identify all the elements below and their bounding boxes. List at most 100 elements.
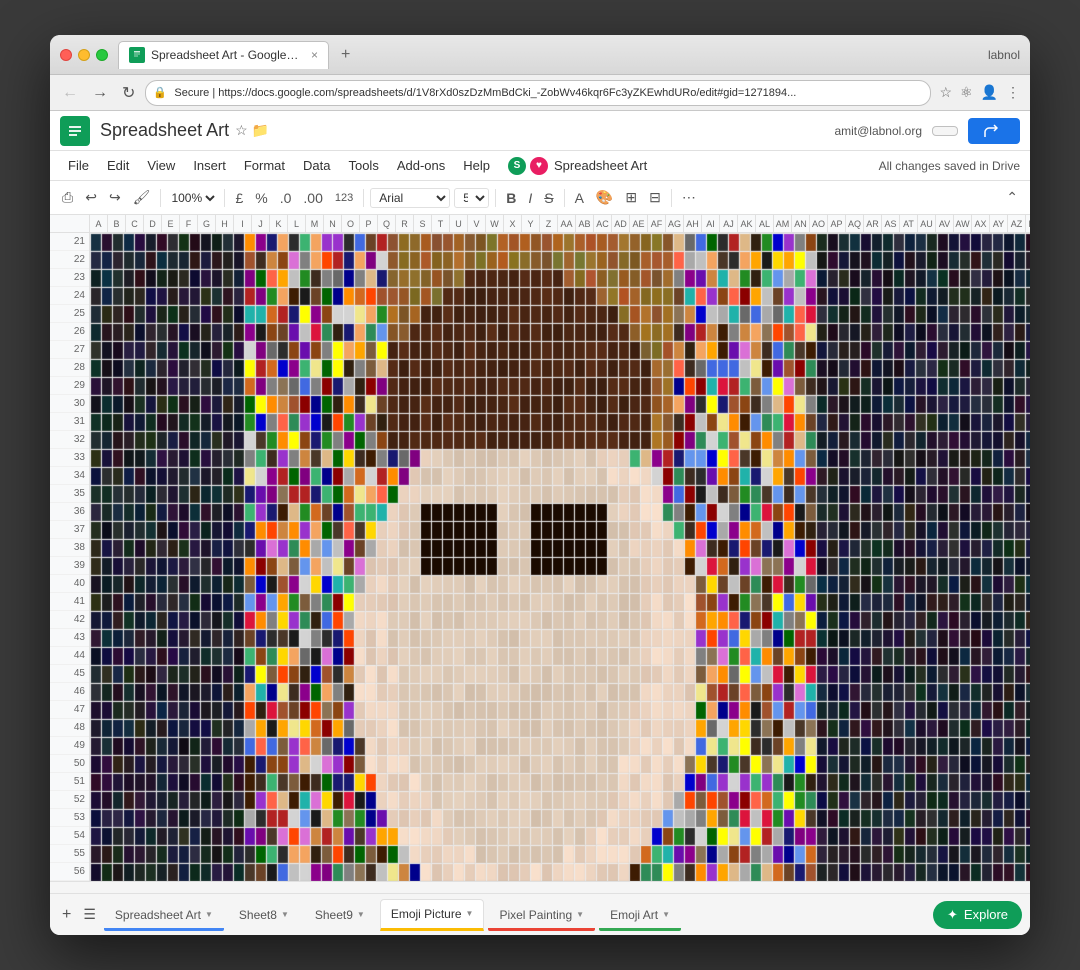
undo-icon[interactable]: ↩ — [81, 187, 101, 208]
col-header-AJ[interactable]: AJ — [720, 215, 738, 232]
col-header-AY[interactable]: AY — [990, 215, 1008, 232]
col-header-AL[interactable]: AL — [756, 215, 774, 232]
col-header-S[interactable]: S — [414, 215, 432, 232]
print-icon[interactable]: ⎙ — [58, 187, 77, 208]
col-header-AP[interactable]: AP — [828, 215, 846, 232]
sheet-tab-dropdown-icon[interactable]: ▼ — [576, 910, 584, 919]
browser-tab-active[interactable]: Spreadsheet Art - Google She... × — [118, 41, 329, 69]
sheet-tab-sheet8[interactable]: Sheet8 ▼ — [228, 899, 300, 931]
col-header-U[interactable]: U — [450, 215, 468, 232]
col-header-T[interactable]: T — [432, 215, 450, 232]
col-header-I[interactable]: I — [234, 215, 252, 232]
col-header-C[interactable]: C — [126, 215, 144, 232]
sheet-tab-sheet9[interactable]: Sheet9 ▼ — [304, 899, 376, 931]
minimize-button[interactable] — [78, 49, 90, 61]
fill-color-btn[interactable]: 🎨 — [592, 187, 617, 208]
bold-btn[interactable]: B — [502, 188, 520, 208]
paint-format-icon[interactable]: 🖌 — [129, 187, 155, 208]
col-header-L[interactable]: L — [288, 215, 306, 232]
horizontal-scrollbar[interactable] — [50, 881, 1030, 893]
new-tab-button[interactable]: + — [333, 42, 358, 68]
col-header-Q[interactable]: Q — [378, 215, 396, 232]
zoom-selector[interactable]: 100% 75% 50% — [167, 190, 218, 206]
reload-button[interactable]: ↻ — [118, 81, 139, 105]
collapse-btn[interactable]: ⌃ — [1002, 187, 1022, 208]
sheet-tab-emoji-picture[interactable]: Emoji Picture ▼ — [380, 899, 485, 931]
col-header-K[interactable]: K — [270, 215, 288, 232]
borders-btn[interactable]: ⊞ — [621, 187, 641, 208]
star-icon[interactable]: ☆ — [235, 122, 248, 139]
col-header-AT[interactable]: AT — [900, 215, 918, 232]
close-button[interactable] — [60, 49, 72, 61]
more-btn[interactable]: ⋯ — [678, 187, 700, 208]
menu-data[interactable]: Data — [295, 155, 338, 176]
col-header-AE[interactable]: AE — [630, 215, 648, 232]
col-header-J[interactable]: J — [252, 215, 270, 232]
menu-addons[interactable]: Add-ons — [389, 155, 453, 176]
spreadsheet-canvas[interactable] — [90, 233, 1030, 881]
col-header-B[interactable]: B — [108, 215, 126, 232]
menu-icon[interactable]: ⋮ — [1004, 82, 1022, 103]
col-header-X[interactable]: X — [504, 215, 522, 232]
profile-icon[interactable]: 👤 — [979, 82, 1000, 103]
col-header-AC[interactable]: AC — [594, 215, 612, 232]
url-bar[interactable]: 🔒 Secure | https://docs.google.com/sprea… — [145, 80, 931, 106]
col-header-AF[interactable]: AF — [648, 215, 666, 232]
font-selector[interactable]: Arial — [370, 188, 450, 208]
sheet-tab-emoji-art[interactable]: Emoji Art ▼ — [599, 899, 681, 931]
italic-btn[interactable]: I — [524, 188, 536, 208]
col-header-AU[interactable]: AU — [918, 215, 936, 232]
col-header-AW[interactable]: AW — [954, 215, 972, 232]
forward-button[interactable]: → — [88, 82, 112, 104]
menu-help[interactable]: Help — [455, 155, 498, 176]
sheet-tab-pixel-painting[interactable]: Pixel Painting ▼ — [488, 899, 595, 931]
currency-btn[interactable]: £ — [231, 188, 247, 208]
strikethrough-btn[interactable]: S — [540, 188, 557, 208]
col-header-BA[interactable]: BA — [1026, 215, 1030, 232]
fullscreen-button[interactable] — [96, 49, 108, 61]
percent-btn[interactable]: % — [251, 188, 271, 208]
col-header-AM[interactable]: AM — [774, 215, 792, 232]
col-header-AN[interactable]: AN — [792, 215, 810, 232]
col-header-Z[interactable]: Z — [540, 215, 558, 232]
col-header-AR[interactable]: AR — [864, 215, 882, 232]
col-header-A[interactable]: A — [90, 215, 108, 232]
bookmark-icon[interactable]: ☆ — [937, 82, 954, 103]
col-header-W[interactable]: W — [486, 215, 504, 232]
merge-btn[interactable]: ⊟ — [645, 187, 665, 208]
col-header-N[interactable]: N — [324, 215, 342, 232]
col-header-F[interactable]: F — [180, 215, 198, 232]
folder-icon[interactable]: 📁 — [252, 122, 269, 139]
col-header-AB[interactable]: AB — [576, 215, 594, 232]
text-color-btn[interactable]: A — [571, 188, 588, 208]
comments-button[interactable] — [932, 126, 958, 136]
col-header-M[interactable]: M — [306, 215, 324, 232]
col-header-AX[interactable]: AX — [972, 215, 990, 232]
col-header-V[interactable]: V — [468, 215, 486, 232]
col-header-AI[interactable]: AI — [702, 215, 720, 232]
back-button[interactable]: ← — [58, 82, 82, 104]
col-header-AG[interactable]: AG — [666, 215, 684, 232]
menu-insert[interactable]: Insert — [185, 155, 234, 176]
col-header-Y[interactable]: Y — [522, 215, 540, 232]
increase-decimal-btn[interactable]: .00 — [299, 188, 326, 208]
menu-tools[interactable]: Tools — [340, 155, 386, 176]
col-header-G[interactable]: G — [198, 215, 216, 232]
col-header-P[interactable]: P — [360, 215, 378, 232]
col-header-AS[interactable]: AS — [882, 215, 900, 232]
col-header-R[interactable]: R — [396, 215, 414, 232]
col-header-O[interactable]: O — [342, 215, 360, 232]
menu-edit[interactable]: Edit — [99, 155, 137, 176]
col-header-AV[interactable]: AV — [936, 215, 954, 232]
explore-button[interactable]: ✦ Explore — [933, 901, 1022, 929]
col-header-D[interactable]: D — [144, 215, 162, 232]
col-header-E[interactable]: E — [162, 215, 180, 232]
col-header-AO[interactable]: AO — [810, 215, 828, 232]
redo-icon[interactable]: ↪ — [105, 187, 125, 208]
col-header-AQ[interactable]: AQ — [846, 215, 864, 232]
col-header-AD[interactable]: AD — [612, 215, 630, 232]
extension-icon[interactable]: ⚛ — [958, 82, 975, 103]
menu-format[interactable]: Format — [236, 155, 293, 176]
sheet-tab-dropdown-icon[interactable]: ▼ — [466, 909, 474, 918]
url-display[interactable]: Secure | https://docs.google.com/spreads… — [145, 80, 931, 106]
